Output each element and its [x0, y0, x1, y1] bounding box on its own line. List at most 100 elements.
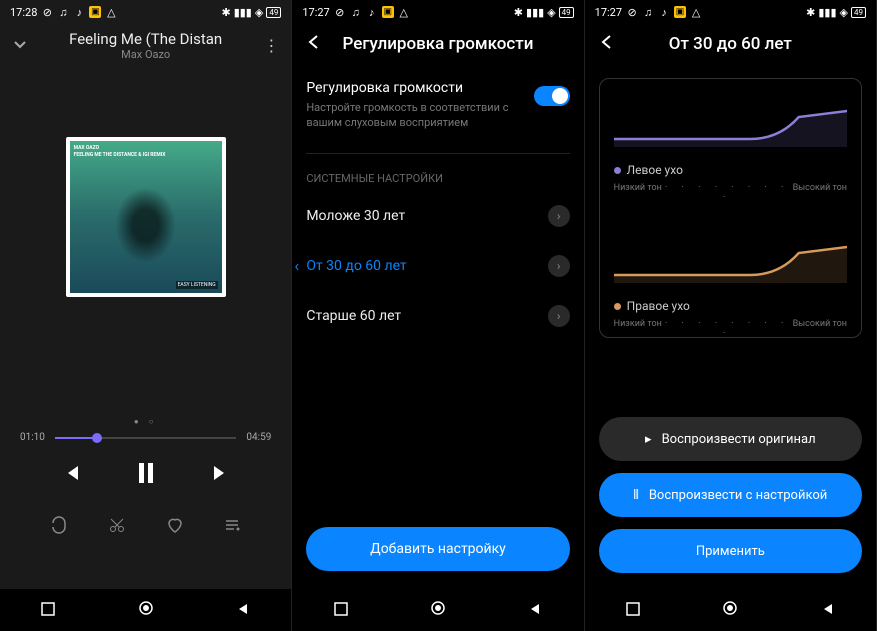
favorite-button[interactable]	[165, 515, 185, 539]
headphone-icon: ♫	[57, 6, 69, 18]
left-ear-label: Левое ухо	[627, 163, 683, 177]
battery-icon: 49	[559, 7, 574, 18]
track-artist: Max Oazo	[32, 48, 259, 61]
battery-icon: 49	[851, 7, 866, 18]
option-30-to-60[interactable]: От 30 до 60 лет ›	[292, 241, 583, 291]
apply-button[interactable]: Применить	[599, 529, 862, 573]
nav-back[interactable]	[236, 601, 250, 620]
play-adjusted-button[interactable]: ⫴ Воспроизвести с настройкой	[599, 473, 862, 517]
option-label: Старше 60 лет	[306, 308, 547, 324]
bluetooth-icon: ✱	[221, 6, 230, 19]
high-tone-label: Высокий тон	[793, 319, 847, 339]
page-title: От 30 до 60 лет	[621, 34, 840, 54]
triangle-icon: △	[105, 6, 117, 18]
app-icon: ▣	[674, 6, 686, 18]
chart-dots: · · · · · · · · ·	[662, 319, 793, 339]
volume-toggle[interactable]	[534, 86, 570, 106]
bluetooth-icon: ✱	[514, 6, 523, 19]
nav-recents[interactable]	[334, 601, 348, 620]
app-icon: ▣	[89, 6, 101, 18]
status-time: 17:27	[595, 6, 622, 19]
option-label: От 30 до 60 лет	[306, 258, 547, 274]
nav-home[interactable]	[138, 600, 154, 620]
status-bar: 17:27 ⊘ ♫ ♪ ▣ △ ✱ ▮▮▮ ◈ 49	[292, 0, 583, 24]
button-label: Воспроизвести с настройкой	[649, 488, 827, 503]
legend-dot-right	[614, 303, 621, 310]
player-header: Feeling Me (The Distan Max Oazo ⋮	[0, 24, 291, 67]
queue-button[interactable]	[222, 515, 242, 539]
nav-home[interactable]	[430, 600, 446, 620]
tiktok-icon: ♪	[658, 6, 670, 18]
setting-title: Регулировка громкости	[306, 80, 569, 96]
dnd-icon: ⊘	[334, 6, 346, 18]
album-art[interactable]: MAX OAZO FEELING ME THE DISTANCE & IGI R…	[66, 137, 226, 297]
back-button[interactable]	[304, 32, 328, 56]
play-icon: ▸	[645, 432, 652, 447]
hearing-chart: Левое ухо Низкий тон · · · · · · · · · В…	[599, 78, 862, 338]
nav-bar	[585, 589, 876, 631]
status-bar: 17:28 ⊘ ♫ ♪ ▣ △ ✱ ▮▮▮ ◈ 49	[0, 0, 291, 24]
signal-icon: ▮▮▮	[818, 6, 836, 19]
button-label: Применить	[696, 544, 765, 559]
nav-back[interactable]	[821, 601, 835, 620]
more-icon[interactable]: ⋮	[259, 36, 279, 55]
equalizer-icon: ⫴	[633, 488, 638, 503]
nav-recents[interactable]	[41, 601, 55, 620]
status-time: 17:27	[302, 6, 329, 19]
option-under-30[interactable]: Моложе 30 лет ›	[292, 191, 583, 241]
pause-button[interactable]	[132, 459, 160, 487]
wifi-icon: ◈	[547, 6, 555, 19]
low-tone-label: Низкий тон	[614, 183, 662, 203]
status-bar: 17:27 ⊘ ♫ ♪ ▣ △ ✱ ▮▮▮ ◈ 49	[585, 0, 876, 24]
add-setting-button[interactable]: Добавить настройку	[306, 527, 569, 571]
battery-icon: 49	[266, 7, 281, 18]
chevron-right-icon: ›	[548, 205, 570, 227]
progress-slider[interactable]	[55, 437, 237, 439]
album-genre-badge: EASY LISTENING	[176, 281, 218, 289]
repeat-button[interactable]	[49, 515, 69, 539]
nav-bar	[292, 589, 583, 631]
high-tone-label: Высокий тон	[793, 183, 847, 203]
dnd-icon: ⊘	[626, 6, 638, 18]
wifi-icon: ◈	[840, 6, 848, 19]
page-indicator[interactable]: ● ○	[0, 417, 291, 426]
signal-icon: ▮▮▮	[234, 6, 252, 19]
time-duration: 04:59	[246, 432, 271, 443]
right-ear-curve	[614, 233, 847, 283]
progress-row: 01:10 04:59	[0, 426, 291, 449]
nav-bar	[0, 589, 291, 631]
signal-icon: ▮▮▮	[526, 6, 544, 19]
back-button[interactable]	[597, 32, 621, 56]
headphone-icon: ♫	[642, 6, 654, 18]
chevron-right-icon: ›	[548, 305, 570, 327]
bluetooth-icon: ✱	[806, 6, 815, 19]
right-ear-label: Правое ухо	[627, 299, 690, 313]
left-ear-curve	[614, 97, 847, 147]
button-label: Добавить настройку	[370, 541, 506, 557]
option-over-60[interactable]: Старше 60 лет ›	[292, 291, 583, 341]
time-elapsed: 01:10	[20, 432, 45, 443]
legend-dot-left	[614, 167, 621, 174]
app-icon: ▣	[382, 6, 394, 18]
tiktok-icon: ♪	[366, 6, 378, 18]
album-title-label: FEELING ME THE DISTANCE & IGI REMIX	[74, 152, 166, 159]
chevron-right-icon: ›	[548, 255, 570, 277]
setting-description: Настройте громкость в соответствии с ваш…	[306, 100, 569, 131]
status-time: 17:28	[10, 6, 37, 19]
option-label: Моложе 30 лет	[306, 208, 547, 224]
triangle-icon: △	[690, 6, 702, 18]
previous-button[interactable]	[60, 462, 82, 484]
section-label: СИСТЕМНЫЕ НАСТРОЙКИ	[292, 160, 583, 191]
low-tone-label: Низкий тон	[614, 319, 662, 339]
track-title: Feeling Me (The Distan	[32, 30, 259, 48]
tiktok-icon: ♪	[73, 6, 85, 18]
cut-button[interactable]	[107, 515, 127, 539]
nav-recents[interactable]	[626, 601, 640, 620]
next-button[interactable]	[210, 462, 232, 484]
play-original-button[interactable]: ▸ Воспроизвести оригинал	[599, 417, 862, 461]
collapse-icon[interactable]	[12, 36, 32, 56]
headphone-icon: ♫	[350, 6, 362, 18]
nav-back[interactable]	[528, 601, 542, 620]
wifi-icon: ◈	[255, 6, 263, 19]
nav-home[interactable]	[722, 600, 738, 620]
